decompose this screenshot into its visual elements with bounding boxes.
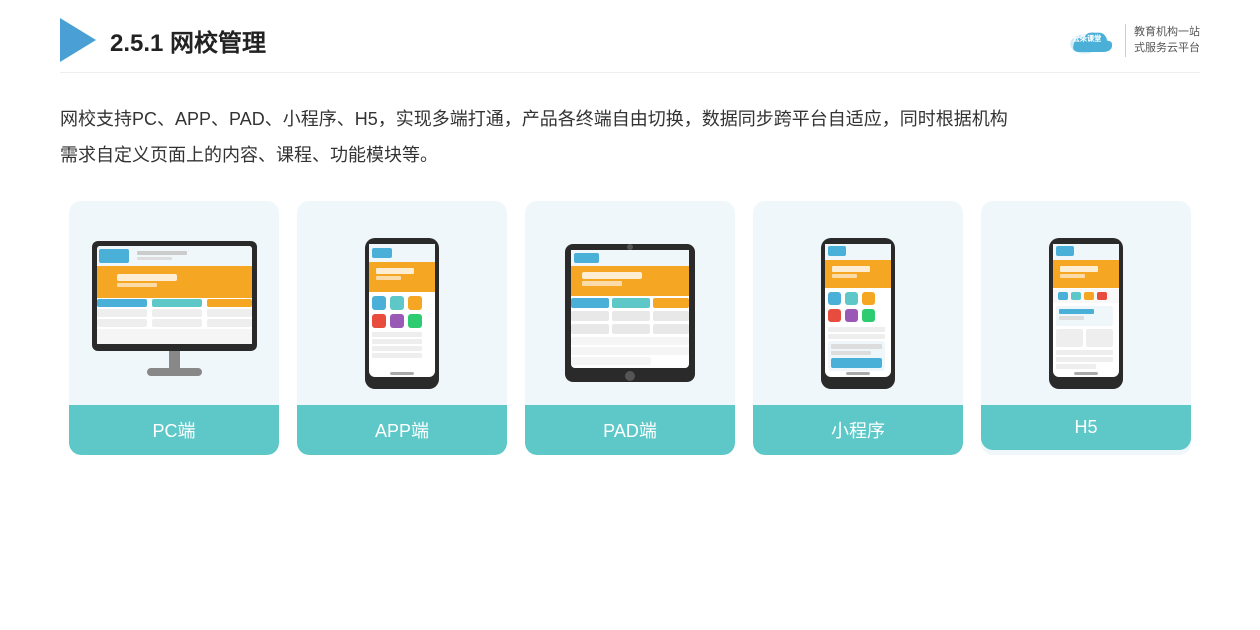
card-h5: H5: [981, 201, 1191, 455]
app-image-area: [311, 221, 493, 391]
card-h5-label: H5: [981, 405, 1191, 450]
mini-device-icon: [818, 236, 898, 391]
mini-image-area: [767, 221, 949, 391]
header: 2.5.1 网校管理 云朵课堂 教育机构一站 式服务云平台: [60, 0, 1200, 73]
card-mini-label: 小程序: [753, 405, 963, 455]
logo-triangle-icon: [60, 18, 96, 62]
svg-text:云朵课堂: 云朵课堂: [1073, 34, 1102, 43]
header-left: 2.5.1 网校管理: [60, 18, 266, 62]
page-container: 2.5.1 网校管理 云朵课堂 教育机构一站 式服务云平台 网校支持PC、AP: [0, 0, 1260, 630]
logo-tagline: 教育机构一站 式服务云平台: [1125, 24, 1200, 57]
page-title: 2.5.1 网校管理: [110, 23, 266, 58]
card-pc-label: PC端: [69, 405, 279, 455]
cloud-logo: 云朵课堂: [1067, 23, 1115, 57]
card-pc: PC端: [69, 201, 279, 455]
pad-device-icon: [560, 236, 700, 391]
app-device-icon: [362, 236, 442, 391]
card-app-label: APP端: [297, 405, 507, 455]
card-app: APP端: [297, 201, 507, 455]
cloud-svg-icon: 云朵课堂: [1067, 23, 1115, 57]
logo-right: 云朵课堂 教育机构一站 式服务云平台: [1067, 23, 1200, 57]
pad-image-area: [539, 221, 721, 391]
pc-image-area: [83, 221, 265, 391]
card-pad: PAD端: [525, 201, 735, 455]
description-line2: 需求自定义页面上的内容、课程、功能模块等。: [60, 137, 1200, 173]
cards-container: PC端: [60, 201, 1200, 455]
card-pad-label: PAD端: [525, 405, 735, 455]
pc-device-icon: [87, 236, 262, 391]
h5-device-icon: [1046, 236, 1126, 391]
card-mini: 小程序: [753, 201, 963, 455]
h5-image-area: [995, 221, 1177, 391]
description-line1: 网校支持PC、APP、PAD、小程序、H5，实现多端打通，产品各终端自由切换，数…: [60, 101, 1200, 137]
description: 网校支持PC、APP、PAD、小程序、H5，实现多端打通，产品各终端自由切换，数…: [60, 101, 1200, 173]
